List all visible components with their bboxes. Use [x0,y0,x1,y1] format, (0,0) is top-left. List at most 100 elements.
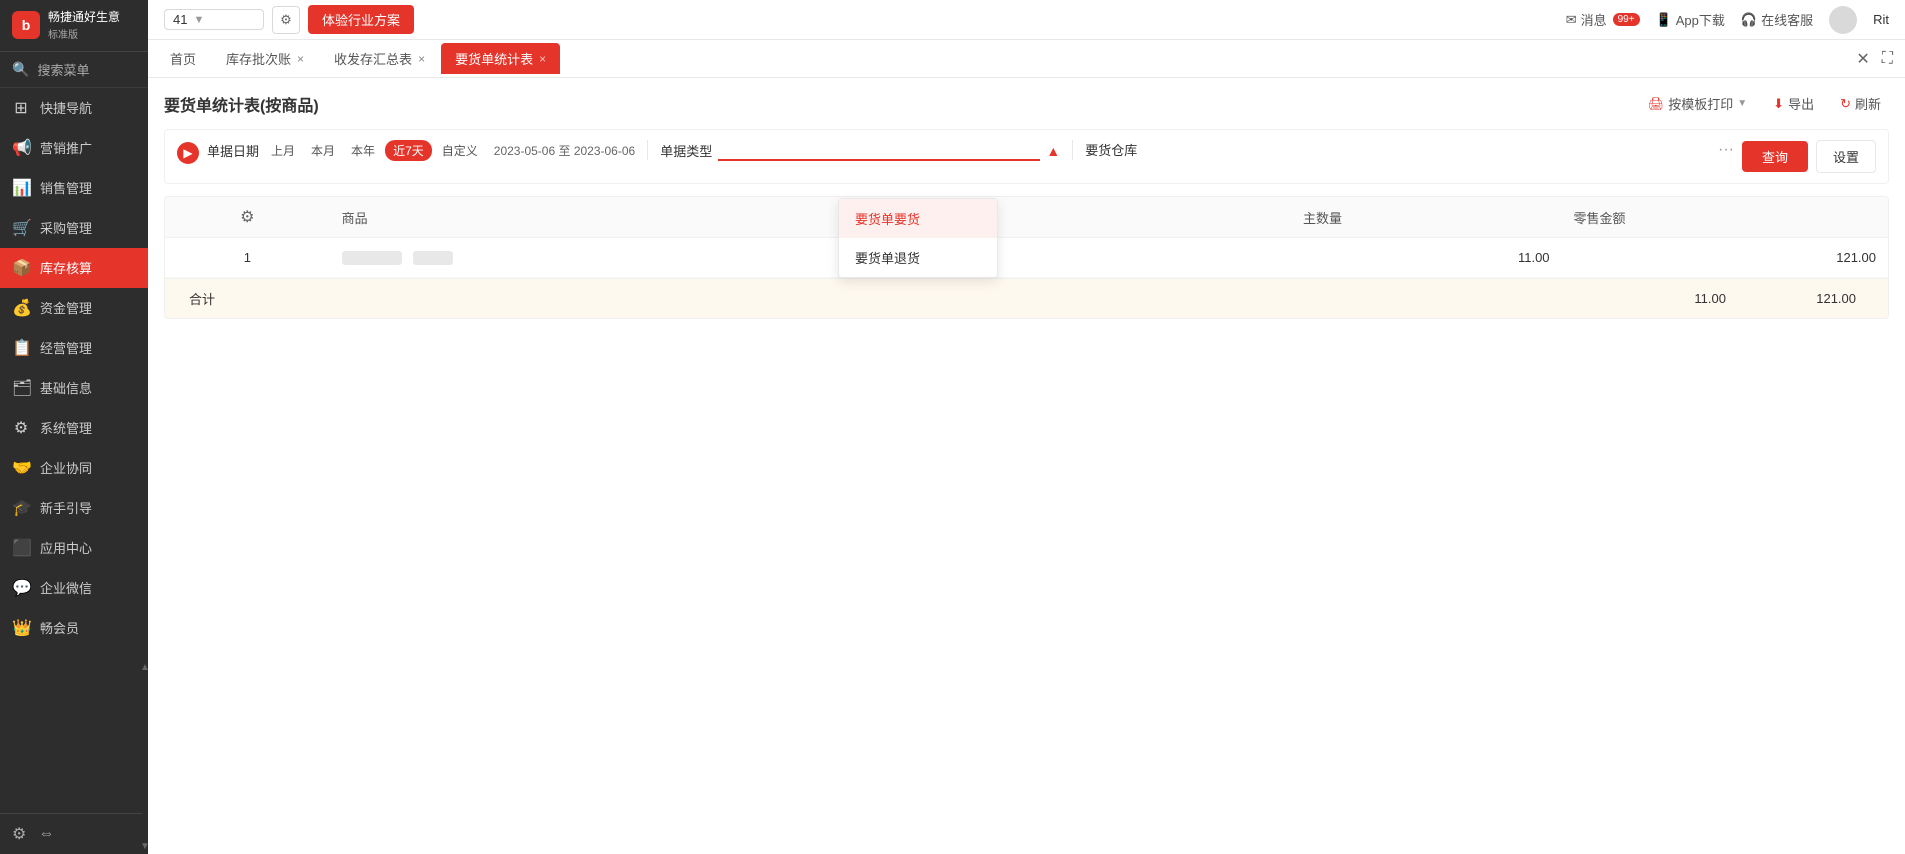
date-filter-label: 单据日期 [207,141,259,160]
top-header: 41 ▼ ⚙ 体验行业方案 ✉ 消息 99+ 📱 App下载 🎧 在线客服 [148,0,1905,40]
main: 41 ▼ ⚙ 体验行业方案 ✉ 消息 99+ 📱 App下载 🎧 在线客服 [148,0,1905,854]
sidebar-item-inventory[interactable]: 📦 库存核算 [0,248,148,288]
user-avatar[interactable] [1829,6,1857,34]
col-settings-icon[interactable]: ⚙ [240,207,254,227]
search-menu-label: 搜索菜单 [37,60,89,79]
sidebar-item-operations[interactable]: 📋 经营管理 [0,328,148,368]
page-content-wrapper: 要货单统计表(按商品) 🖨 按模板打印 ▼ ⬇ 导出 ↻ 刷新 [148,78,1905,854]
tab-inventory-batch-close[interactable]: × [297,52,304,66]
data-table: ⚙ 商品 主计量单位 主数量 零售金额 1 [164,196,1889,319]
type-filter-label: 单据类型 [660,141,712,160]
row-goods [330,238,909,278]
sidebar-item-purchase[interactable]: 🛒 采购管理 [0,208,148,248]
sidebar-item-system[interactable]: ⚙ 系统管理 [0,408,148,448]
sidebar-item-finance[interactable]: 💰 资金管理 [0,288,148,328]
tab-order-summary-close[interactable]: × [539,52,546,66]
sidebar: b 畅捷通好生意 标准版 🔍 搜索菜单 ⊞ 快捷导航 📢 营销推广 📊 销售管理… [0,0,148,854]
sidebar-item-enterprise[interactable]: 🤝 企业协同 [0,448,148,488]
store-selector[interactable]: 41 ▼ [164,9,264,30]
settings-button[interactable]: 设置 [1816,140,1876,173]
print-label: 按模板打印 [1668,94,1733,113]
table-footer: 合计 11.00 121.00 [165,278,1888,318]
print-icon: 🖨 [1648,96,1665,112]
warehouse-filter-group: 要货仓库 ··· [1085,140,1734,159]
member-icon: 👑 [12,618,30,638]
finance-label: 资金管理 [40,298,92,317]
tab-order-summary[interactable]: 要货单统计表 × [441,43,560,74]
tab-home[interactable]: 首页 [156,43,210,74]
sidebar-item-sales[interactable]: 📊 销售管理 [0,168,148,208]
sidebar-item-marketing[interactable]: 📢 营销推广 [0,128,148,168]
sidebar-item-basics[interactable]: 🗂 基础信息 [0,368,148,408]
date-btn-this-year[interactable]: 本年 [345,140,381,161]
sidebar-item-quick-nav[interactable]: ⊞ 快捷导航 [0,88,148,128]
warehouse-filter-input[interactable] [1143,140,1712,159]
date-btn-last-7days[interactable]: 近7天 [385,140,432,161]
messages-action[interactable]: ✉ 消息 99+ [1566,10,1640,29]
refresh-btn[interactable]: ↻ 刷新 [1832,90,1889,117]
store-chevron-icon: ▼ [193,14,204,26]
type-filter-input[interactable] [718,140,1040,161]
scroll-up-btn[interactable]: ▲ [138,660,152,675]
logo-title: 畅捷通好生意 [48,10,120,26]
store-name: 41 [173,12,187,27]
online-service-action[interactable]: 🎧 在线客服 [1741,10,1813,29]
wechat-label: 企业微信 [40,578,92,597]
app-download-label: App下载 [1676,10,1725,29]
row-amount: 121.00 [1562,238,1888,278]
sidebar-item-guide[interactable]: 🎓 新手引导 [0,488,148,528]
print-btn[interactable]: 🖨 按模板打印 ▼ [1640,90,1755,117]
sidebar-item-app-center[interactable]: ⬛ 应用中心 [0,528,148,568]
date-btn-custom[interactable]: 自定义 [436,140,484,161]
dropdown-item-order-return[interactable]: 要货单退货 [839,238,997,277]
sidebar-scroll-indicator: ▲ ▼ [142,660,148,854]
guide-icon: 🎓 [12,498,30,518]
row-qty: 11.00 [1291,238,1562,278]
trial-button[interactable]: 体验行业方案 [308,5,414,34]
tab-inventory-batch-label: 库存批次账 [226,49,291,68]
search-icon: 🔍 [12,61,29,78]
messages-label: 消息 [1581,10,1607,29]
finance-icon: 💰 [12,298,30,318]
tab-receive-summary[interactable]: 收发存汇总表 × [320,43,439,74]
type-filter-chevron-icon[interactable]: ▲ [1046,143,1060,159]
warehouse-filter-more-icon[interactable]: ··· [1718,141,1734,159]
date-btn-last-month[interactable]: 上月 [265,140,301,161]
tab-receive-summary-close[interactable]: × [418,52,425,66]
tabs-right: ✕ ⛶ [1852,45,1905,73]
tab-inventory-batch[interactable]: 库存批次账 × [212,43,318,74]
export-btn[interactable]: ⬇ 导出 [1765,90,1822,117]
footer-qty: 11.00 [1556,291,1756,306]
app-center-icon: ⬛ [12,538,30,558]
user-name: Rit [1873,12,1889,27]
refresh-icon: ↻ [1840,96,1851,112]
header-gear-button[interactable]: ⚙ [272,6,300,34]
date-btn-this-month[interactable]: 本月 [305,140,341,161]
refresh-label: 刷新 [1855,94,1881,113]
app-download-action[interactable]: 📱 App下载 [1656,10,1725,29]
print-chevron: ▼ [1737,98,1747,109]
search-menu[interactable]: 🔍 搜索菜单 [0,52,148,88]
sidebar-settings-icon[interactable]: ⚙ [12,824,26,844]
page-title-bar: 要货单统计表(按商品) 🖨 按模板打印 ▼ ⬇ 导出 ↻ 刷新 [164,90,1889,117]
online-service-label: 在线客服 [1761,10,1813,29]
query-button[interactable]: 查询 [1742,141,1808,172]
type-filter-group: 单据类型 ▲ [660,140,1060,161]
tab-close-all-icon[interactable]: ✕ [1852,45,1873,73]
wechat-icon: 💬 [12,578,30,598]
header-left: 41 ▼ ⚙ 体验行业方案 [164,5,414,34]
filter-sep-2 [1072,140,1073,160]
service-icon: 🎧 [1741,12,1757,28]
filter-expand-btn[interactable]: ▶ [177,142,199,164]
sidebar-collapse-icon[interactable]: ⇔ [38,825,54,843]
sidebar-logo: b 畅捷通好生意 标准版 [0,0,148,52]
dropdown-item-order-goods[interactable]: 要货单要货 [839,199,997,238]
purchase-icon: 🛒 [12,218,30,238]
sidebar-item-member[interactable]: 👑 畅会员 [0,608,148,648]
logo-icon: b [12,11,40,39]
sidebar-item-wechat[interactable]: 💬 企业微信 [0,568,148,608]
scroll-down-btn[interactable]: ▼ [138,839,152,854]
quick-nav-icon: ⊞ [12,98,30,118]
system-icon: ⚙ [12,418,30,438]
tab-expand-icon[interactable]: ⛶ [1878,46,1897,72]
